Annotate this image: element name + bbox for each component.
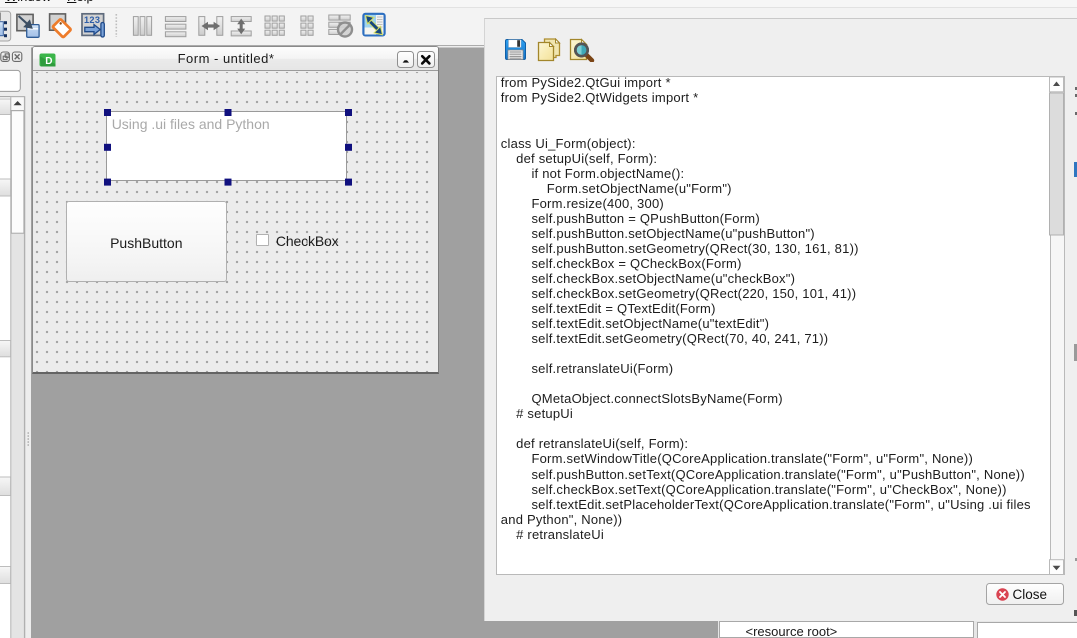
svg-text:123: 123 <box>84 15 100 25</box>
